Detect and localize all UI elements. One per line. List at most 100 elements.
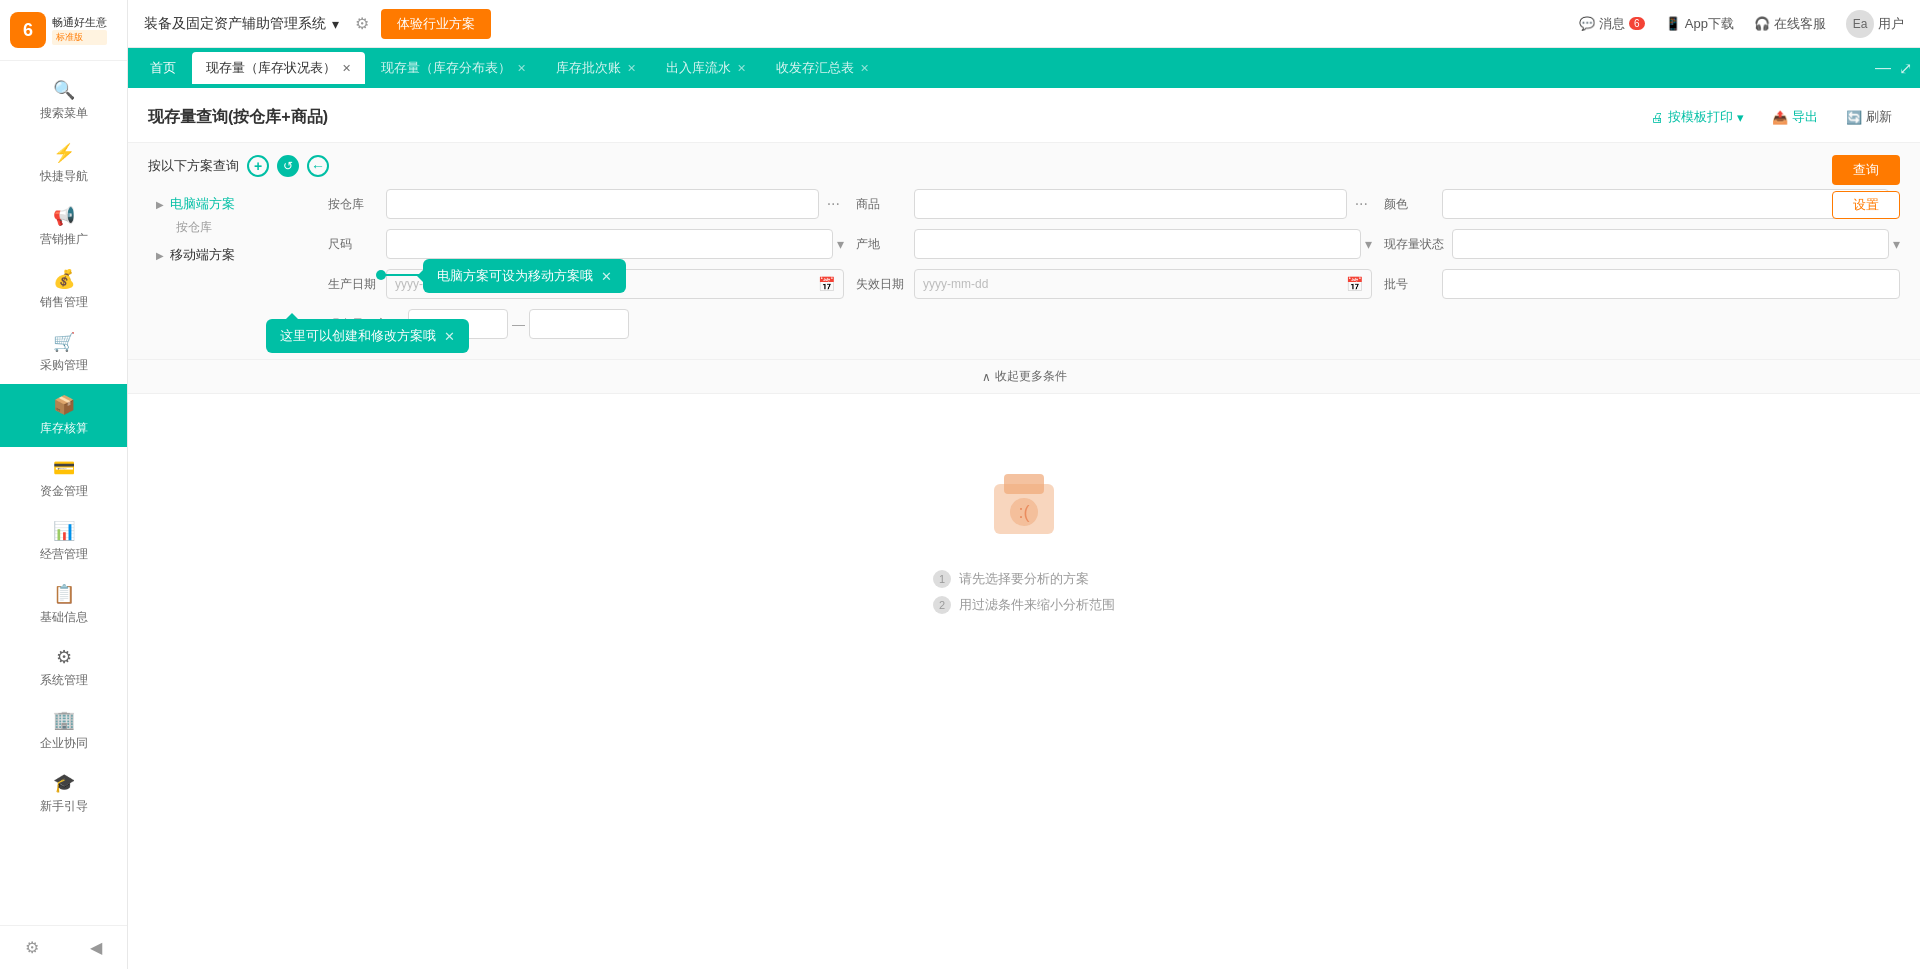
filter-area: 按以下方案查询 + ↺ ← 电脑方案可设为移动方案哦 ✕ 这里可以创建和修改方案… bbox=[128, 143, 1920, 360]
sidebar-item-enterprise[interactable]: 🏢 企业协同 bbox=[0, 699, 127, 762]
sidebar-item-inventory[interactable]: 📦 库存核算 bbox=[0, 384, 127, 447]
tabs-minimize-btn[interactable]: — bbox=[1875, 59, 1891, 77]
tab2-close-icon[interactable]: ✕ bbox=[517, 62, 526, 75]
tab1-close-icon[interactable]: ✕ bbox=[342, 62, 351, 75]
empty-tips: 1 请先选择要分析的方案 2 用过滤条件来缩小分析范围 bbox=[933, 570, 1115, 614]
expire-date-input[interactable]: yyyy-mm-dd 📅 bbox=[914, 269, 1372, 299]
sidebar-item-label: 销售管理 bbox=[40, 294, 88, 311]
purchase-icon: 🛒 bbox=[53, 331, 75, 353]
tooltip2-text: 这里可以创建和修改方案哦 bbox=[280, 327, 436, 345]
sidebar-item-sales[interactable]: 💰 销售管理 bbox=[0, 258, 127, 321]
user-avatar: Ea bbox=[1846, 10, 1874, 38]
sidebar-item-finance[interactable]: 💳 资金管理 bbox=[0, 447, 127, 510]
sidebar-item-label: 经营管理 bbox=[40, 546, 88, 563]
sidebar-item-label: 营销推广 bbox=[40, 231, 88, 248]
field-stock-status: 现存量状态 ▾ bbox=[1384, 229, 1900, 259]
quick-icon: ⚡ bbox=[53, 142, 75, 164]
filter-arrow-btn[interactable]: ← bbox=[307, 155, 329, 177]
stock-status-dropdown-btn[interactable]: ▾ bbox=[1893, 236, 1900, 252]
set-btn[interactable]: 设置 bbox=[1832, 191, 1900, 219]
refresh-btn[interactable]: 🔄 刷新 bbox=[1838, 104, 1900, 130]
sidebar-item-basic[interactable]: 📋 基础信息 bbox=[0, 573, 127, 636]
sidebar: 6 畅通好生意 标准版 🔍 搜索菜单 ⚡ 快捷导航 📢 营销推广 💰 销售管理 … bbox=[0, 0, 128, 969]
tooltip2-close-btn[interactable]: ✕ bbox=[444, 329, 455, 344]
tabs-expand-btn[interactable]: ⤢ bbox=[1899, 59, 1912, 78]
stock-main-to-input[interactable] bbox=[529, 309, 629, 339]
basic-icon: 📋 bbox=[53, 583, 75, 605]
tab-home[interactable]: 首页 bbox=[136, 52, 190, 84]
finance-icon: 💳 bbox=[53, 457, 75, 479]
sidebar-item-operation[interactable]: 📊 经营管理 bbox=[0, 510, 127, 573]
svg-text::(: :( bbox=[1019, 502, 1030, 522]
field-origin: 产地 ▾ bbox=[856, 229, 1372, 259]
print-dropdown-icon: ▾ bbox=[1737, 110, 1744, 125]
service-icon: 🎧 bbox=[1754, 16, 1770, 31]
empty-state-area: :( 1 请先选择要分析的方案 2 用过滤条件来缩小分析范围 bbox=[128, 394, 1920, 674]
export-btn[interactable]: 📤 导出 bbox=[1764, 104, 1826, 130]
tabs-bar: 首页 现存量（库存状况表） ✕ 现存量（库存分布表） ✕ 库存批次账 ✕ 出入库… bbox=[128, 48, 1920, 88]
origin-input[interactable] bbox=[914, 229, 1361, 259]
tab5-close-icon[interactable]: ✕ bbox=[860, 62, 869, 75]
tip2-num: 2 bbox=[933, 596, 951, 614]
goods-dots-btn[interactable]: ··· bbox=[1351, 195, 1372, 213]
size-input[interactable] bbox=[386, 229, 833, 259]
filter-row-2: 尺码 ▾ 产地 ▾ bbox=[328, 229, 1900, 259]
tab-stock-status[interactable]: 现存量（库存状况表） ✕ bbox=[192, 52, 365, 84]
tooltip1-close-btn[interactable]: ✕ bbox=[601, 269, 612, 284]
message-btn[interactable]: 💬 消息 6 bbox=[1579, 15, 1645, 33]
tab4-close-icon[interactable]: ✕ bbox=[737, 62, 746, 75]
print-btn[interactable]: 🖨 按模板打印 ▾ bbox=[1643, 104, 1752, 130]
warehouse-input[interactable] bbox=[386, 189, 819, 219]
scheme-mobile[interactable]: ▶ 移动端方案 bbox=[148, 240, 328, 270]
collapse-bar[interactable]: ∧ 收起更多条件 bbox=[128, 360, 1920, 394]
field-goods: 商品 ··· bbox=[856, 189, 1372, 219]
scheme-desktop[interactable]: ▶ 电脑端方案 bbox=[148, 189, 328, 219]
industry-btn[interactable]: 体验行业方案 bbox=[381, 9, 491, 39]
sidebar-item-search[interactable]: 🔍 搜索菜单 bbox=[0, 69, 127, 132]
search-btn[interactable]: 查询 bbox=[1832, 155, 1900, 185]
app-download-label: App下载 bbox=[1685, 15, 1734, 33]
tab3-close-icon[interactable]: ✕ bbox=[627, 62, 636, 75]
system-title-dropdown-icon[interactable]: ▾ bbox=[332, 16, 339, 32]
topbar-gear-icon[interactable]: ⚙ bbox=[355, 14, 369, 33]
app-download-btn[interactable]: 📱 App下载 bbox=[1665, 15, 1734, 33]
tab-batch[interactable]: 库存批次账 ✕ bbox=[542, 52, 650, 84]
filter-add-btn[interactable]: + bbox=[247, 155, 269, 177]
color-input[interactable] bbox=[1442, 189, 1889, 219]
user-area[interactable]: Ea 用户 bbox=[1846, 10, 1904, 38]
sidebar-item-system[interactable]: ⚙ 系统管理 bbox=[0, 636, 127, 699]
logo-title: 畅通好生意 bbox=[52, 15, 107, 30]
sidebar-item-marketing[interactable]: 📢 营销推广 bbox=[0, 195, 127, 258]
goods-input[interactable] bbox=[914, 189, 1347, 219]
size-dropdown-btn[interactable]: ▾ bbox=[837, 236, 844, 252]
batch-input[interactable] bbox=[1442, 269, 1900, 299]
online-service-btn[interactable]: 🎧 在线客服 bbox=[1754, 15, 1826, 33]
warehouse-dots-btn[interactable]: ··· bbox=[823, 195, 844, 213]
logo-text-area: 畅通好生意 标准版 bbox=[52, 15, 107, 45]
filter-refresh-btn[interactable]: ↺ bbox=[277, 155, 299, 177]
tab-flow[interactable]: 出入库流水 ✕ bbox=[652, 52, 760, 84]
tab2-label: 现存量（库存分布表） bbox=[381, 59, 511, 77]
collapse-sidebar-btn[interactable]: ◀ bbox=[90, 938, 102, 957]
message-label: 消息 bbox=[1599, 15, 1625, 33]
stock-status-label: 现存量状态 bbox=[1384, 236, 1444, 253]
tab5-label: 收发存汇总表 bbox=[776, 59, 854, 77]
online-service-label: 在线客服 bbox=[1774, 15, 1826, 33]
user-label: 用户 bbox=[1878, 15, 1904, 33]
settings-bottom-btn[interactable]: ⚙ bbox=[25, 938, 39, 957]
tab-stock-dist[interactable]: 现存量（库存分布表） ✕ bbox=[367, 52, 540, 84]
message-badge: 6 bbox=[1629, 17, 1645, 30]
stock-status-input[interactable] bbox=[1452, 229, 1889, 259]
refresh-icon: 🔄 bbox=[1846, 110, 1862, 125]
print-label: 按模板打印 bbox=[1668, 108, 1733, 126]
page-actions: 🖨 按模板打印 ▾ 📤 导出 🔄 刷新 bbox=[1643, 104, 1900, 130]
sidebar-item-guide[interactable]: 🎓 新手引导 bbox=[0, 762, 127, 825]
refresh-label: 刷新 bbox=[1866, 108, 1892, 126]
origin-dropdown-btn[interactable]: ▾ bbox=[1365, 236, 1372, 252]
logo-badge: 标准版 bbox=[52, 30, 107, 45]
sidebar-item-purchase[interactable]: 🛒 采购管理 bbox=[0, 321, 127, 384]
enterprise-icon: 🏢 bbox=[53, 709, 75, 731]
tab-summary[interactable]: 收发存汇总表 ✕ bbox=[762, 52, 883, 84]
sidebar-item-quick[interactable]: ⚡ 快捷导航 bbox=[0, 132, 127, 195]
guide-icon: 🎓 bbox=[53, 772, 75, 794]
